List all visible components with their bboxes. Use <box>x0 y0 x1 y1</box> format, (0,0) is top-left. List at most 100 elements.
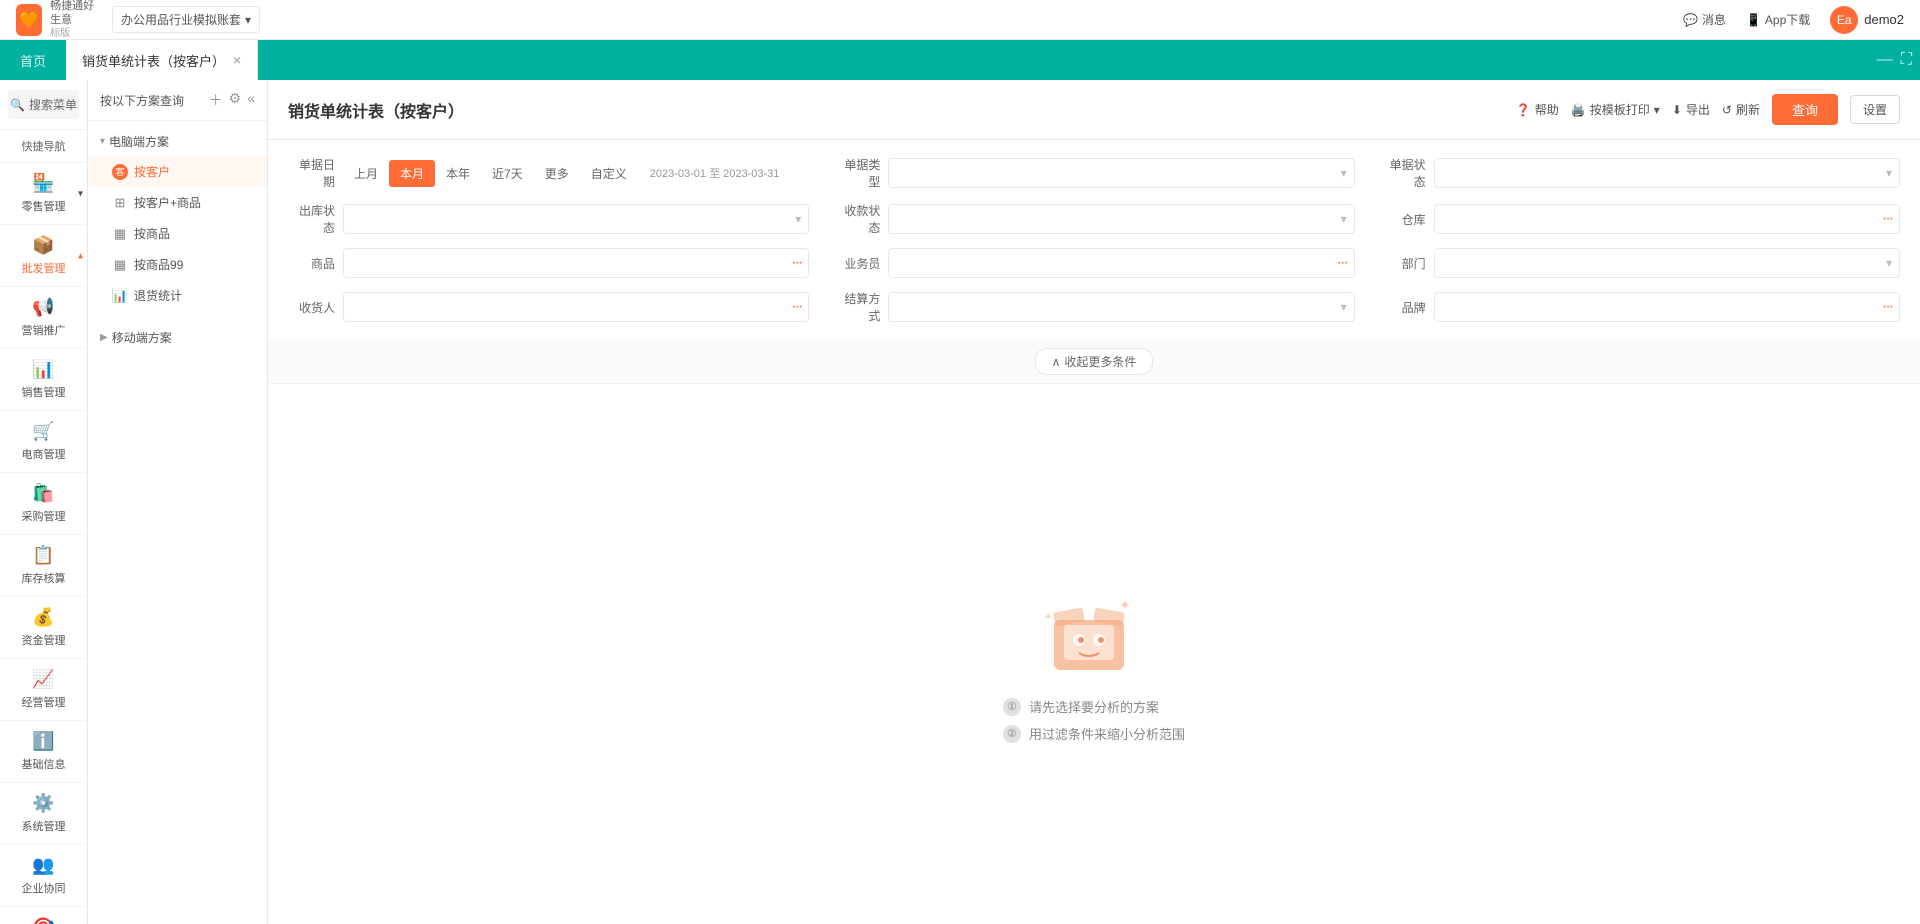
ellipsis-icon: ··· <box>1337 254 1347 272</box>
ellipsis-icon: ··· <box>1882 210 1892 228</box>
add-scheme-button[interactable]: ＋ <box>209 90 223 110</box>
settings-button[interactable]: 设置 <box>1850 95 1900 124</box>
dept-selector[interactable] <box>1434 248 1900 278</box>
sidebar-item-retail[interactable]: 🏪 零售管理 ▾ <box>0 163 87 225</box>
download-icon: 📱 <box>1746 13 1761 27</box>
desktop-schemes-section: ▾ 电脑端方案 客 按客户 ⊞ 按客户+商品 ▦ 按商品 ▦ 按商品99 <box>88 121 267 317</box>
doc-type-filter-cell: 单据类型 ▾ <box>833 156 1354 190</box>
brand-label: 品牌 <box>1379 299 1434 316</box>
help-button[interactable]: ❓ 帮助 <box>1516 101 1559 118</box>
brand-selector[interactable] <box>1434 292 1900 322</box>
user-profile[interactable]: Ea demo2 <box>1830 6 1904 34</box>
export-button[interactable]: ⬇ 导出 <box>1672 101 1710 118</box>
warehouse-selector[interactable] <box>1434 204 1900 234</box>
date-tab-7days[interactable]: 近7天 <box>481 160 534 187</box>
scheme-item-customer-goods[interactable]: ⊞ 按客户+商品 <box>88 187 267 218</box>
logo-area: 🧡 畅捷通好生意 标版 <box>16 0 104 40</box>
date-control: 上月 本月 本年 近7天 更多 自定义 2023-03-01 至 2023-03… <box>343 160 809 187</box>
date-tabs: 上月 本月 本年 近7天 更多 自定义 <box>343 160 638 187</box>
pay-status-selector[interactable] <box>888 204 1354 234</box>
out-status-selector[interactable] <box>343 204 809 234</box>
collapse-icon: ∧ <box>1052 355 1061 369</box>
date-tab-custom[interactable]: 自定义 <box>580 160 638 187</box>
pay-status-filter-cell: 收款状态 ▾ <box>833 202 1354 236</box>
tab-current[interactable]: 销货单统计表（按客户） × <box>66 40 258 80</box>
scheme-item-returns[interactable]: 📊 退货统计 <box>88 280 267 311</box>
tab-maximize-button[interactable]: ⛶ <box>1901 51 1912 69</box>
settlement-selector[interactable] <box>888 292 1354 322</box>
warehouse-control: ··· <box>1434 204 1900 234</box>
chevron-down-icon: ▾ <box>1886 166 1892 180</box>
salesman-filter-cell: 业务员 ··· <box>833 248 1354 278</box>
scheme-panel-header: 按以下方案查询 ＋ ⚙ « <box>88 80 267 121</box>
sidebar-item-system[interactable]: ⚙️ 系统管理 <box>0 783 87 845</box>
salesman-selector[interactable] <box>888 248 1354 278</box>
business-icon: 📈 <box>32 669 54 690</box>
doc-status-selector[interactable] <box>1434 158 1900 188</box>
wholesale-icon: 📦 <box>32 235 54 256</box>
sidebar-item-collab[interactable]: 👥 企业协同 <box>0 845 87 907</box>
salesman-control: ··· <box>888 248 1354 278</box>
mobile-section-toggle[interactable]: ▶ 移动端方案 <box>88 323 267 352</box>
goods-label: 商品 <box>288 255 343 272</box>
panel-header-actions: ＋ ⚙ « <box>209 90 255 110</box>
doc-type-selector[interactable] <box>888 158 1354 188</box>
sidebar-item-ecommerce[interactable]: 🛒 电商管理 <box>0 411 87 473</box>
sidebar-menu: 🏪 零售管理 ▾ 📦 批发管理 ▴ 📢 营销推广 📊 销售管理 🛒 电商管理 <box>0 163 87 924</box>
svg-text:·: · <box>1124 628 1127 637</box>
sidebar-item-sales[interactable]: 📊 销售管理 <box>0 349 87 411</box>
date-tab-last-month[interactable]: 上月 <box>343 160 389 187</box>
desktop-section-toggle[interactable]: ▾ 电脑端方案 <box>88 127 267 156</box>
brand-control: ··· <box>1434 292 1900 322</box>
date-tab-more[interactable]: 更多 <box>534 160 580 187</box>
receiver-selector[interactable] <box>343 292 809 322</box>
receiver-filter-cell: 收货人 ··· <box>288 290 809 324</box>
refresh-button[interactable]: ↺ 刷新 <box>1722 101 1760 118</box>
tab-minimize-button[interactable]: — <box>1877 51 1893 69</box>
purchase-icon: 🛍️ <box>32 483 54 504</box>
search-menu-button[interactable]: 🔍 搜索菜单 <box>8 90 79 119</box>
tab-home[interactable]: 首页 <box>0 40 66 80</box>
content-area: 销货单统计表（按客户） ❓ 帮助 🖨️ 按模板打印 ▾ ⬇ 导出 ↺ 刷新 <box>268 80 1920 924</box>
query-button[interactable]: 查询 <box>1772 94 1838 125</box>
sidebar-item-finance[interactable]: 💰 资金管理 <box>0 597 87 659</box>
avatar: Ea <box>1830 6 1858 34</box>
dept-control: ▾ <box>1434 248 1900 278</box>
pay-status-control: ▾ <box>888 204 1354 234</box>
scheme-item-by-customer[interactable]: 客 按客户 <box>88 156 267 187</box>
app-download-button[interactable]: 📱 App下载 <box>1746 11 1810 28</box>
sidebar-item-business[interactable]: 📈 经营管理 <box>0 659 87 721</box>
sidebar-search: 🔍 搜索菜单 <box>0 80 87 130</box>
sidebar-item-guide[interactable]: 🎯 新手引导 <box>0 907 87 924</box>
settings-scheme-button[interactable]: ⚙ <box>229 90 242 110</box>
tab-close-button[interactable]: × <box>233 53 241 67</box>
print-template-button[interactable]: 🖨️ 按模板打印 ▾ <box>1571 101 1660 118</box>
expand-icon: ▾ <box>100 136 105 147</box>
sidebar-item-marketing[interactable]: 📢 营销推广 <box>0 287 87 349</box>
mobile-schemes-section: ▶ 移动端方案 <box>88 317 267 358</box>
goods-selector[interactable] <box>343 248 809 278</box>
workspace-selector[interactable]: 办公用品行业模拟账套 ▾ <box>112 6 260 33</box>
sidebar-item-purchase[interactable]: 🛍️ 采购管理 <box>0 473 87 535</box>
expand-icon: ▶ <box>100 332 108 343</box>
date-tab-this-month[interactable]: 本月 <box>389 160 435 187</box>
sidebar-item-wholesale[interactable]: 📦 批发管理 ▴ <box>0 225 87 287</box>
system-icon: ⚙️ <box>32 793 54 814</box>
quick-nav-button[interactable]: 快捷导航 <box>0 130 87 163</box>
chevron-down-icon: ▾ <box>795 212 801 226</box>
scheme-item-goods99[interactable]: ▦ 按商品99 <box>88 249 267 280</box>
ellipsis-icon: ··· <box>791 254 801 272</box>
sidebar-item-basic-info[interactable]: ℹ️ 基础信息 <box>0 721 87 783</box>
message-button[interactable]: 💬 消息 <box>1683 11 1726 28</box>
sidebar-item-inventory[interactable]: 📋 库存核算 <box>0 535 87 597</box>
collapse-button[interactable]: ∧ 收起更多条件 <box>1035 348 1154 375</box>
logo-icon: 🧡 <box>16 4 42 36</box>
scheme-item-by-goods[interactable]: ▦ 按商品 <box>88 218 267 249</box>
chevron-down-icon: ▾ <box>1341 212 1347 226</box>
collapse-panel-button[interactable]: « <box>247 90 255 110</box>
main-layout: 🔍 搜索菜单 快捷导航 🏪 零售管理 ▾ 📦 批发管理 ▴ 📢 营销推广 <box>0 80 1920 924</box>
print-icon: 🖨️ <box>1571 103 1586 117</box>
doc-status-label: 单据状态 <box>1379 156 1434 190</box>
ellipsis-icon: ··· <box>791 298 801 316</box>
date-tab-this-year[interactable]: 本年 <box>435 160 481 187</box>
